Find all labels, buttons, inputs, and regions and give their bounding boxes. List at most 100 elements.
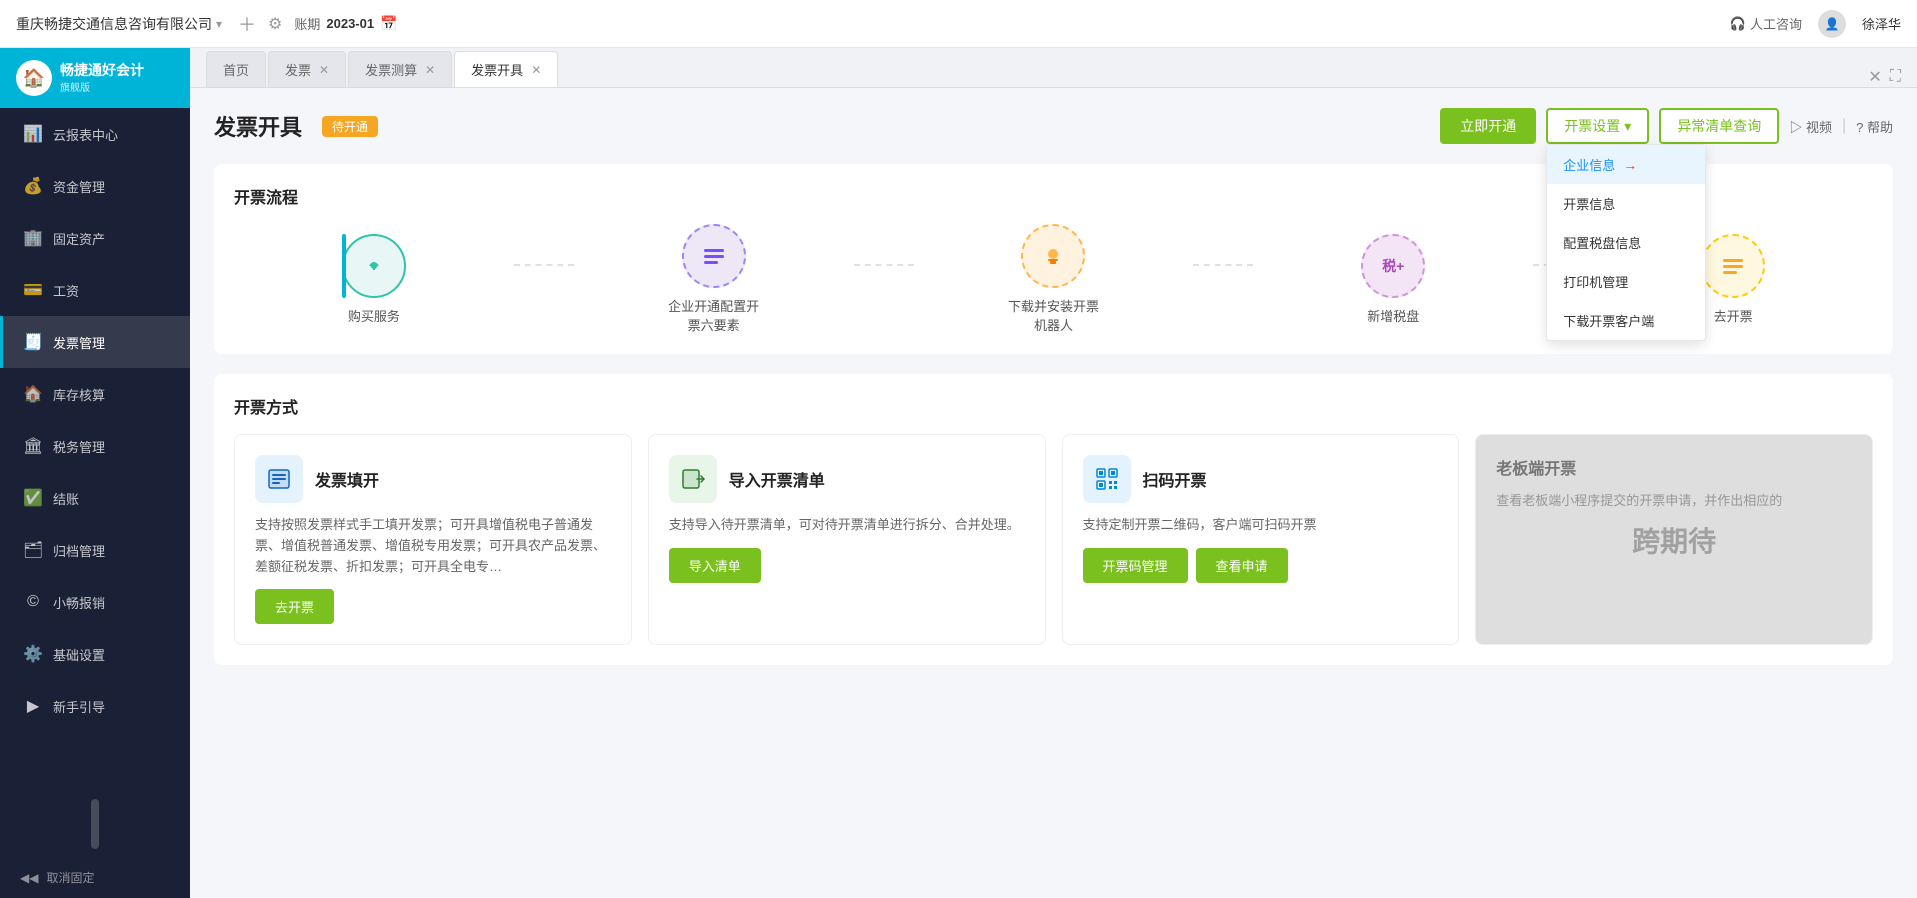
- scan-title: 扫码开票: [1143, 467, 1207, 491]
- flow-step-newtax: 税+ 新增税盘: [1253, 234, 1533, 325]
- shuiwu-icon: 🏛: [23, 436, 43, 456]
- help-button[interactable]: ? 帮助: [1856, 117, 1893, 136]
- tab-fapiao-cesuan[interactable]: 发票测算 ✕: [348, 51, 452, 87]
- tab-close-cesuan[interactable]: ✕: [425, 63, 435, 77]
- red-arrow-icon: →: [1623, 157, 1637, 173]
- tab-bar: 首页 发票 ✕ 发票测算 ✕ 发票开具 ✕ ✕ ⛶: [190, 48, 1917, 88]
- consult-button[interactable]: 🎧 人工咨询: [1730, 14, 1802, 33]
- dropdown-item-qiye[interactable]: 企业信息 →: [1547, 145, 1705, 184]
- tab-close-fapiao[interactable]: ✕: [319, 63, 329, 77]
- close-tab-button[interactable]: ✕: [1868, 67, 1881, 87]
- period-wait-label: 跨期待: [1632, 520, 1716, 560]
- sidebar-item-gudingzichan[interactable]: 🏢固定资产: [0, 212, 190, 264]
- scan-desc: 支持定制开票二维码，客户端可扫码开票: [1083, 515, 1439, 536]
- dropdown-item-dayinji[interactable]: 打印机管理: [1547, 262, 1705, 301]
- step-go-label: 去开票: [1714, 306, 1753, 325]
- fill-go-button[interactable]: 去开票: [255, 589, 334, 624]
- top-bar-right: 🎧 人工咨询 👤 徐泽华: [1730, 10, 1901, 38]
- sidebar-item-gongzi[interactable]: 💳工资: [0, 264, 190, 316]
- tab-fapiao[interactable]: 发票 ✕: [268, 51, 346, 87]
- sidebar-item-xiaochang[interactable]: ©小畅报销: [0, 576, 190, 628]
- jiezhang-icon: ✅: [23, 488, 43, 508]
- headset-icon: 🎧: [1730, 16, 1746, 32]
- method-card-import: 导入开票清单 支持导入待开票清单，可对待开票清单进行拆分、合并处理。 导入清单: [648, 434, 1046, 645]
- sidebar-item-zijin[interactable]: 💰资金管理: [0, 160, 190, 212]
- xiaochang-icon: ©: [23, 593, 43, 611]
- settings-dropdown-container: 开票设置 ▾ 企业信息 → 开票信息 配置税盘信息 打印机管理: [1546, 108, 1649, 144]
- step-download-icon: [1021, 224, 1085, 288]
- play-icon: ▷: [1789, 120, 1802, 135]
- add-tab-button[interactable]: ＋: [238, 11, 256, 37]
- scan-icon: [1083, 455, 1131, 503]
- fill-btn-group: 去开票: [255, 589, 611, 624]
- tab-home[interactable]: 首页: [206, 51, 266, 87]
- import-icon: [669, 455, 717, 503]
- abnormal-button[interactable]: 异常清单查询: [1659, 108, 1779, 144]
- period-value: 2023-01: [326, 16, 374, 31]
- settings-icon[interactable]: ⚙: [268, 14, 282, 34]
- question-icon: ?: [1856, 120, 1863, 135]
- tab-close-kaijv[interactable]: ✕: [531, 63, 541, 77]
- cancel-fixed-button[interactable]: ◀◀ 取消固定: [0, 857, 190, 898]
- header-actions: 立即开通 开票设置 ▾ 企业信息 → 开票信息: [1440, 108, 1893, 144]
- sidebar-item-shuiwu[interactable]: 🏛税务管理: [0, 420, 190, 472]
- step-indicator: [342, 234, 346, 298]
- dropdown-item-kaipiao[interactable]: 开票信息: [1547, 184, 1705, 223]
- page-title: 发票开具: [214, 110, 302, 142]
- methods-title: 开票方式: [234, 394, 1873, 418]
- activate-button[interactable]: 立即开通: [1440, 108, 1536, 144]
- avatar: 👤: [1818, 10, 1846, 38]
- fill-desc: 支持按照发票样式手工填开发票；可开具增值税电子普通发票、增值税普通发票、增值税专…: [255, 515, 611, 577]
- sidebar-nav: 📊云报表中心 💰资金管理 🏢固定资产 💳工资 🧾发票管理 🏠库存核算 🏛税务管理…: [0, 108, 190, 791]
- period-label: 账期: [294, 14, 320, 33]
- step-config-label: 企业开通配置开票六要素: [664, 296, 764, 334]
- sidebar-item-xinshou[interactable]: ▶新手引导: [0, 680, 190, 732]
- sidebar-item-fapiao[interactable]: 🧾发票管理: [0, 316, 190, 368]
- sidebar-item-kucun[interactable]: 🏠库存核算: [0, 368, 190, 420]
- page-content: 发票开具 待开通 立即开通 开票设置 ▾ 企业信息: [190, 88, 1917, 898]
- import-button[interactable]: 导入清单: [669, 548, 761, 583]
- zijin-icon: 💰: [23, 176, 43, 196]
- sidebar-item-guidang[interactable]: 🗂归档管理: [0, 524, 190, 576]
- gongzi-icon: 💳: [23, 280, 43, 300]
- sidebar-item-jiezhang[interactable]: ✅结账: [0, 472, 190, 524]
- jichu-icon: ⚙️: [23, 644, 43, 664]
- page-header: 发票开具 待开通 立即开通 开票设置 ▾ 企业信息: [214, 108, 1893, 144]
- settings-button[interactable]: 开票设置 ▾: [1546, 108, 1649, 144]
- top-bar: 重庆畅捷交通信息咨询有限公司 ▾ ＋ ⚙ 账期 2023-01 📅 🎧 人工咨询…: [0, 0, 1917, 48]
- dropdown-item-peizhishuipan[interactable]: 配置税盘信息: [1547, 223, 1705, 262]
- username: 徐泽华: [1862, 14, 1901, 33]
- status-badge: 待开通: [322, 116, 378, 137]
- scroll-indicator: [91, 799, 99, 849]
- kucun-icon: 🏠: [23, 384, 43, 404]
- view-apply-button[interactable]: 查看申请: [1196, 548, 1288, 583]
- step-go-icon: [1701, 234, 1765, 298]
- sidebar: 🏠 畅捷通好会计 旗舰版 📊云报表中心 💰资金管理 🏢固定资产 💳工资 🧾发票管…: [0, 48, 190, 898]
- gudingzichan-icon: 🏢: [23, 228, 43, 248]
- method-fill-header: 发票填开: [255, 455, 611, 503]
- import-title: 导入开票清单: [729, 467, 825, 491]
- fill-icon: [255, 455, 303, 503]
- maximize-tab-button[interactable]: ⛶: [1890, 68, 1901, 86]
- flow-step-buy: 购买服务: [234, 234, 514, 325]
- import-desc: 支持导入待开票清单，可对待开票清单进行拆分、合并处理。: [669, 515, 1025, 536]
- video-button[interactable]: ▷ 视频: [1789, 117, 1832, 136]
- step-download-label: 下载并安装开票机器人: [1003, 296, 1103, 334]
- dropdown-arrow-icon: ▾: [1624, 118, 1631, 135]
- dropdown-item-xiazai[interactable]: 下载开票客户端: [1547, 301, 1705, 340]
- company-name: 重庆畅捷交通信息咨询有限公司: [16, 14, 212, 34]
- sidebar-item-yunbao[interactable]: 📊云报表中心: [0, 108, 190, 160]
- step-buy-label: 购买服务: [348, 306, 400, 325]
- import-btn-group: 导入清单: [669, 548, 1025, 583]
- fill-title: 发票填开: [315, 467, 379, 491]
- step-newtax-icon: 税+: [1361, 234, 1425, 298]
- logo-text-block: 畅捷通好会计 旗舰版: [60, 62, 144, 94]
- methods-grid: 发票填开 支持按照发票样式手工填开发票；可开具增值税电子普通发票、增值税普通发票…: [234, 434, 1873, 645]
- method-card-fill: 发票填开 支持按照发票样式手工填开发票；可开具增值税电子普通发票、增值税普通发票…: [234, 434, 632, 645]
- calendar-icon[interactable]: 📅: [380, 15, 397, 32]
- tab-fapiao-kaijv[interactable]: 发票开具 ✕: [454, 51, 558, 87]
- qrcode-manage-button[interactable]: 开票码管理: [1083, 548, 1188, 583]
- chevron-down-icon[interactable]: ▾: [216, 17, 222, 31]
- yunbao-icon: 📊: [23, 124, 43, 144]
- sidebar-item-jichu[interactable]: ⚙️基础设置: [0, 628, 190, 680]
